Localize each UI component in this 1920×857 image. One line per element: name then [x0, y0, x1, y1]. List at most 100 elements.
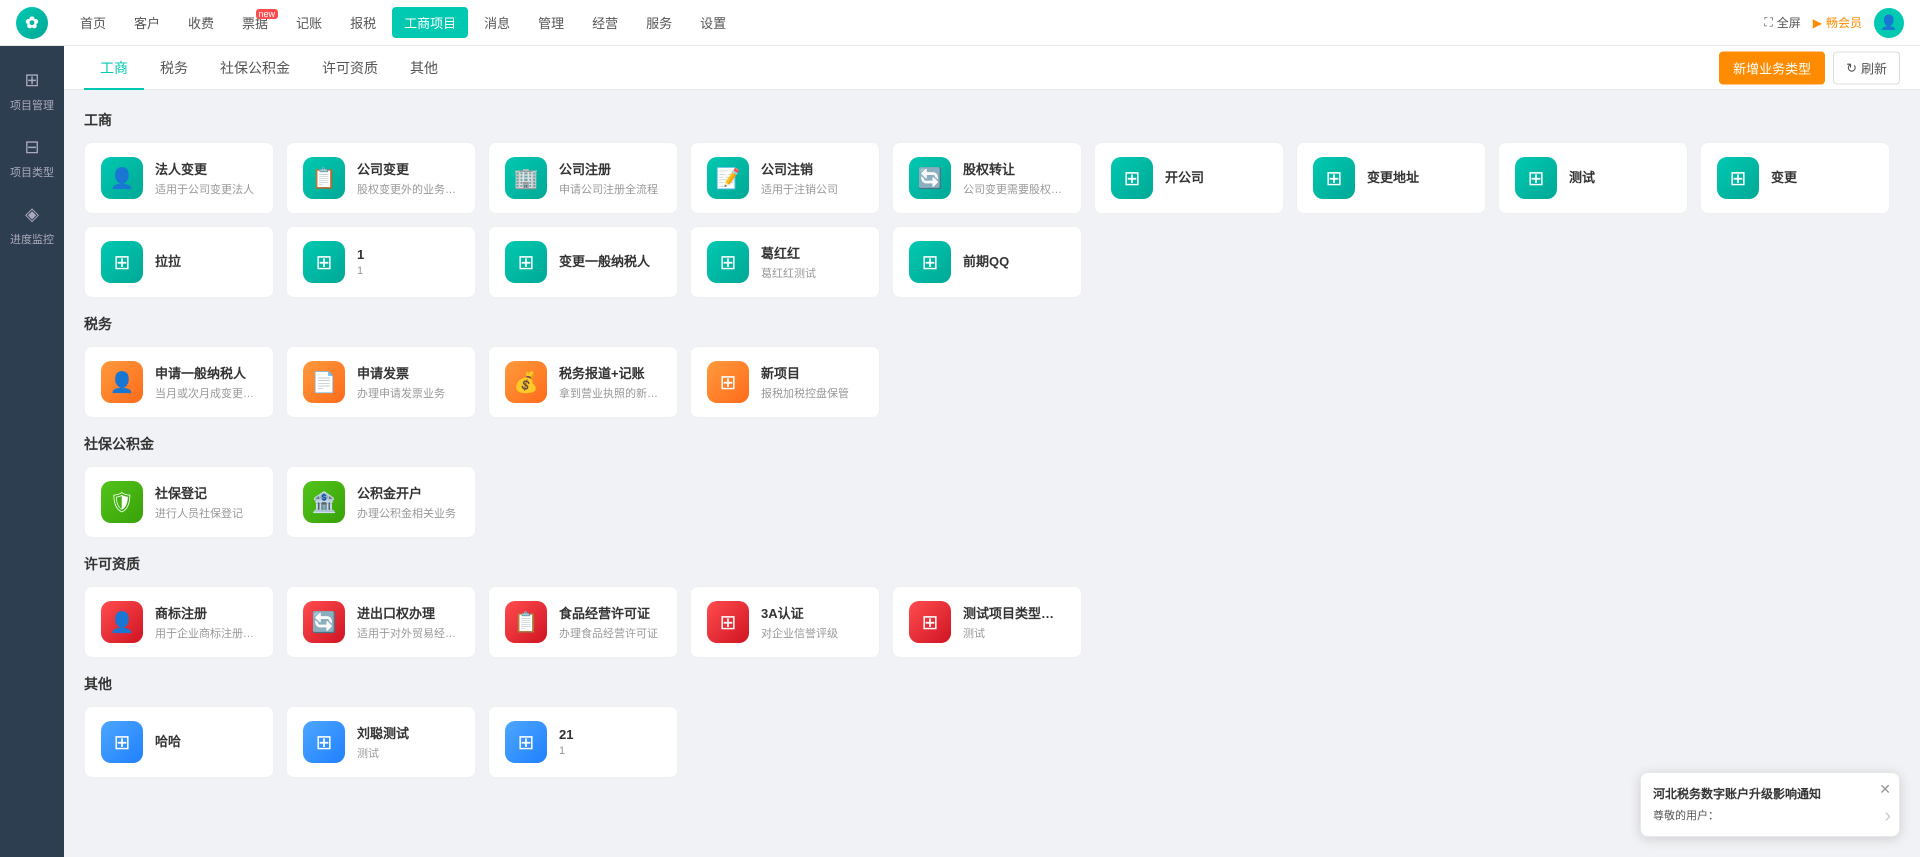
nav-right-actions: ⛶ 全屏 ▶ 畅会员 👤	[1764, 8, 1904, 38]
sidebar: ⊞ 项目管理 ⊟ 项目类型 ◈ 进度监控	[0, 46, 64, 857]
cards-grid-other: ⊞ 哈哈 ⊞ 刘聪测试 测试 ⊞ 21 1	[84, 706, 1900, 778]
card-company-registration[interactable]: 🏢 公司注册 申请公司注册全流程	[488, 142, 678, 214]
card-icon-housing-fund: 🏦	[303, 481, 345, 523]
card-early-qq[interactable]: ⊞ 前期QQ	[892, 226, 1082, 298]
cards-grid-social-insurance: 🛡 社保登记 进行人员社保登记 🏦 公积金开户 办理公积金相关业务	[84, 466, 1900, 538]
card-icon-ge-honghong: ⊞	[707, 241, 749, 283]
card-icon-company-registration: 🏢	[505, 157, 547, 199]
tab-tax[interactable]: 税务	[144, 48, 204, 90]
nav-business[interactable]: 工商项目	[392, 7, 468, 38]
card-icon-tax-reporting: 💰	[505, 361, 547, 403]
card-icon-apply-invoice: 📄	[303, 361, 345, 403]
tab-business[interactable]: 工商	[84, 48, 144, 90]
card-icon-21: ⊞	[505, 721, 547, 763]
card-icon-change-taxpayer: ⊞	[505, 241, 547, 283]
nav-tax[interactable]: 报税	[338, 7, 388, 38]
nav-tickets[interactable]: 票据 new	[230, 7, 280, 38]
avatar-icon: 👤	[1880, 14, 1897, 31]
card-icon-early-qq: ⊞	[909, 241, 951, 283]
card-icon-new-project: ⊞	[707, 361, 749, 403]
nav-operations[interactable]: 经营	[580, 7, 630, 38]
sidebar-item-project-types[interactable]: ⊟ 项目类型	[0, 123, 64, 190]
project-management-icon: ⊞	[18, 66, 46, 94]
card-icon-food-license: 📋	[505, 601, 547, 643]
card-apply-invoice[interactable]: 📄 申请发票 办理申请发票业务	[286, 346, 476, 418]
card-icon-company-change: 📋	[303, 157, 345, 199]
tab-bar: 工商 税务 社保公积金 许可资质 其他	[64, 46, 1920, 90]
nav-home[interactable]: 首页	[68, 7, 118, 38]
card-change-address[interactable]: ⊞ 变更地址	[1296, 142, 1486, 214]
refresh-button[interactable]: ↻ 刷新	[1833, 52, 1900, 85]
notification-title: 河北税务数字账户升级影响通知	[1653, 785, 1887, 802]
card-icon-open-company: ⊞	[1111, 157, 1153, 199]
fullscreen-button[interactable]: ⛶ 全屏	[1764, 14, 1800, 31]
card-equity-transfer[interactable]: 🔄 股权转让 公司变更需要股权转让	[892, 142, 1082, 214]
card-import-export[interactable]: 🔄 进出口权办理 适用于对外贸易经营者	[286, 586, 476, 658]
section-title-other: 其他	[84, 674, 1900, 694]
membership-button[interactable]: ▶ 畅会员	[1813, 14, 1862, 31]
cards-grid-business: 👤 法人变更 适用于公司变更法人 📋 公司变更 股权变更外的业务变更 🏢 公司注…	[84, 142, 1900, 298]
notification-text: 尊敬的用户：	[1653, 808, 1887, 825]
card-company-cancellation[interactable]: 📝 公司注销 适用于注销公司	[690, 142, 880, 214]
card-icon-company-cancellation: 📝	[707, 157, 749, 199]
tab-social-insurance[interactable]: 社保公积金	[204, 48, 306, 90]
tab-license[interactable]: 许可资质	[306, 48, 394, 90]
add-business-type-button[interactable]: 新增业务类型	[1719, 52, 1825, 85]
card-company-change[interactable]: 📋 公司变更 股权变更外的业务变更	[286, 142, 476, 214]
header-actions: 新增业务类型 ↻ 刷新	[1719, 52, 1900, 85]
card-icon-test: ⊞	[1515, 157, 1557, 199]
nav-accounting[interactable]: 记账	[284, 7, 334, 38]
card-3a-certification[interactable]: ⊞ 3A认证 对企业信誉评级	[690, 586, 880, 658]
nav-settings[interactable]: 设置	[688, 7, 738, 38]
card-haha[interactable]: ⊞ 哈哈	[84, 706, 274, 778]
card-liucong-test[interactable]: ⊞ 刘聪测试 测试	[286, 706, 476, 778]
card-icon-legal-person-change: 👤	[101, 157, 143, 199]
tab-other[interactable]: 其他	[394, 48, 454, 90]
section-title-business: 工商	[84, 110, 1900, 130]
notification-close-button[interactable]: ✕	[1879, 781, 1891, 798]
user-avatar[interactable]: 👤	[1874, 8, 1904, 38]
card-icon-one: ⊞	[303, 241, 345, 283]
fullscreen-icon: ⛶	[1764, 15, 1772, 30]
card-icon-equity-transfer: 🔄	[909, 157, 951, 199]
nav-messages[interactable]: 消息	[472, 7, 522, 38]
card-social-insurance-registration[interactable]: 🛡 社保登记 进行人员社保登记	[84, 466, 274, 538]
card-icon-import-export: 🔄	[303, 601, 345, 643]
card-ge-honghong[interactable]: ⊞ 葛红红 葛红红测试	[690, 226, 880, 298]
card-icon-change-address: ⊞	[1313, 157, 1355, 199]
nav-admin[interactable]: 管理	[526, 7, 576, 38]
card-icon-test-type-definition: ⊞	[909, 601, 951, 643]
progress-monitor-icon: ◈	[18, 200, 46, 228]
card-icon-liucong-test: ⊞	[303, 721, 345, 763]
nav-clients[interactable]: 客户	[122, 7, 172, 38]
card-apply-taxpayer[interactable]: 👤 申请一般纳税人 当月或次月成变更完成	[84, 346, 274, 418]
notification-popup: ✕ 河北税务数字账户升级影响通知 尊敬的用户： ›	[1640, 772, 1900, 838]
card-test-type-definition[interactable]: ⊞ 测试项目类型目定义 测试	[892, 586, 1082, 658]
nav-billing[interactable]: 收费	[176, 7, 226, 38]
card-change[interactable]: ⊞ 变更	[1700, 142, 1890, 214]
card-21[interactable]: ⊞ 21 1	[488, 706, 678, 778]
new-badge: new	[256, 9, 279, 19]
nav-services[interactable]: 服务	[634, 7, 684, 38]
card-legal-person-change[interactable]: 👤 法人变更 适用于公司变更法人	[84, 142, 274, 214]
section-title-tax: 税务	[84, 314, 1900, 334]
card-change-taxpayer[interactable]: ⊞ 变更一般纳税人	[488, 226, 678, 298]
section-title-license: 许可资质	[84, 554, 1900, 574]
card-icon-apply-taxpayer: 👤	[101, 361, 143, 403]
nav-menu: 首页 客户 收费 票据 new 记账 报税 工商项目 消息 管理 经营 服务 设…	[68, 7, 1764, 38]
card-open-company[interactable]: ⊞ 开公司	[1094, 142, 1284, 214]
card-one[interactable]: ⊞ 1 1	[286, 226, 476, 298]
card-icon-change: ⊞	[1717, 157, 1759, 199]
card-lala[interactable]: ⊞ 拉拉	[84, 226, 274, 298]
sidebar-item-progress-monitor[interactable]: ◈ 进度监控	[0, 190, 64, 257]
project-types-icon: ⊟	[18, 133, 46, 161]
card-food-license[interactable]: 📋 食品经营许可证 办理食品经营许可证	[488, 586, 678, 658]
card-tax-reporting[interactable]: 💰 税务报道+记账 拿到营业执照的新公司	[488, 346, 678, 418]
card-new-project[interactable]: ⊞ 新项目 报税加税控盘保管	[690, 346, 880, 418]
card-trademark-registration[interactable]: 👤 商标注册 用于企业商标注册服务	[84, 586, 274, 658]
card-housing-fund[interactable]: 🏦 公积金开户 办理公积金相关业务	[286, 466, 476, 538]
card-test[interactable]: ⊞ 测试	[1498, 142, 1688, 214]
cards-grid-license: 👤 商标注册 用于企业商标注册服务 🔄 进出口权办理 适用于对外贸易经营者 📋 …	[84, 586, 1900, 658]
sidebar-item-project-management[interactable]: ⊞ 项目管理	[0, 56, 64, 123]
tab-bar-wrapper: 工商 税务 社保公积金 许可资质 其他 新增业务类型 ↻ 刷新	[64, 46, 1920, 90]
